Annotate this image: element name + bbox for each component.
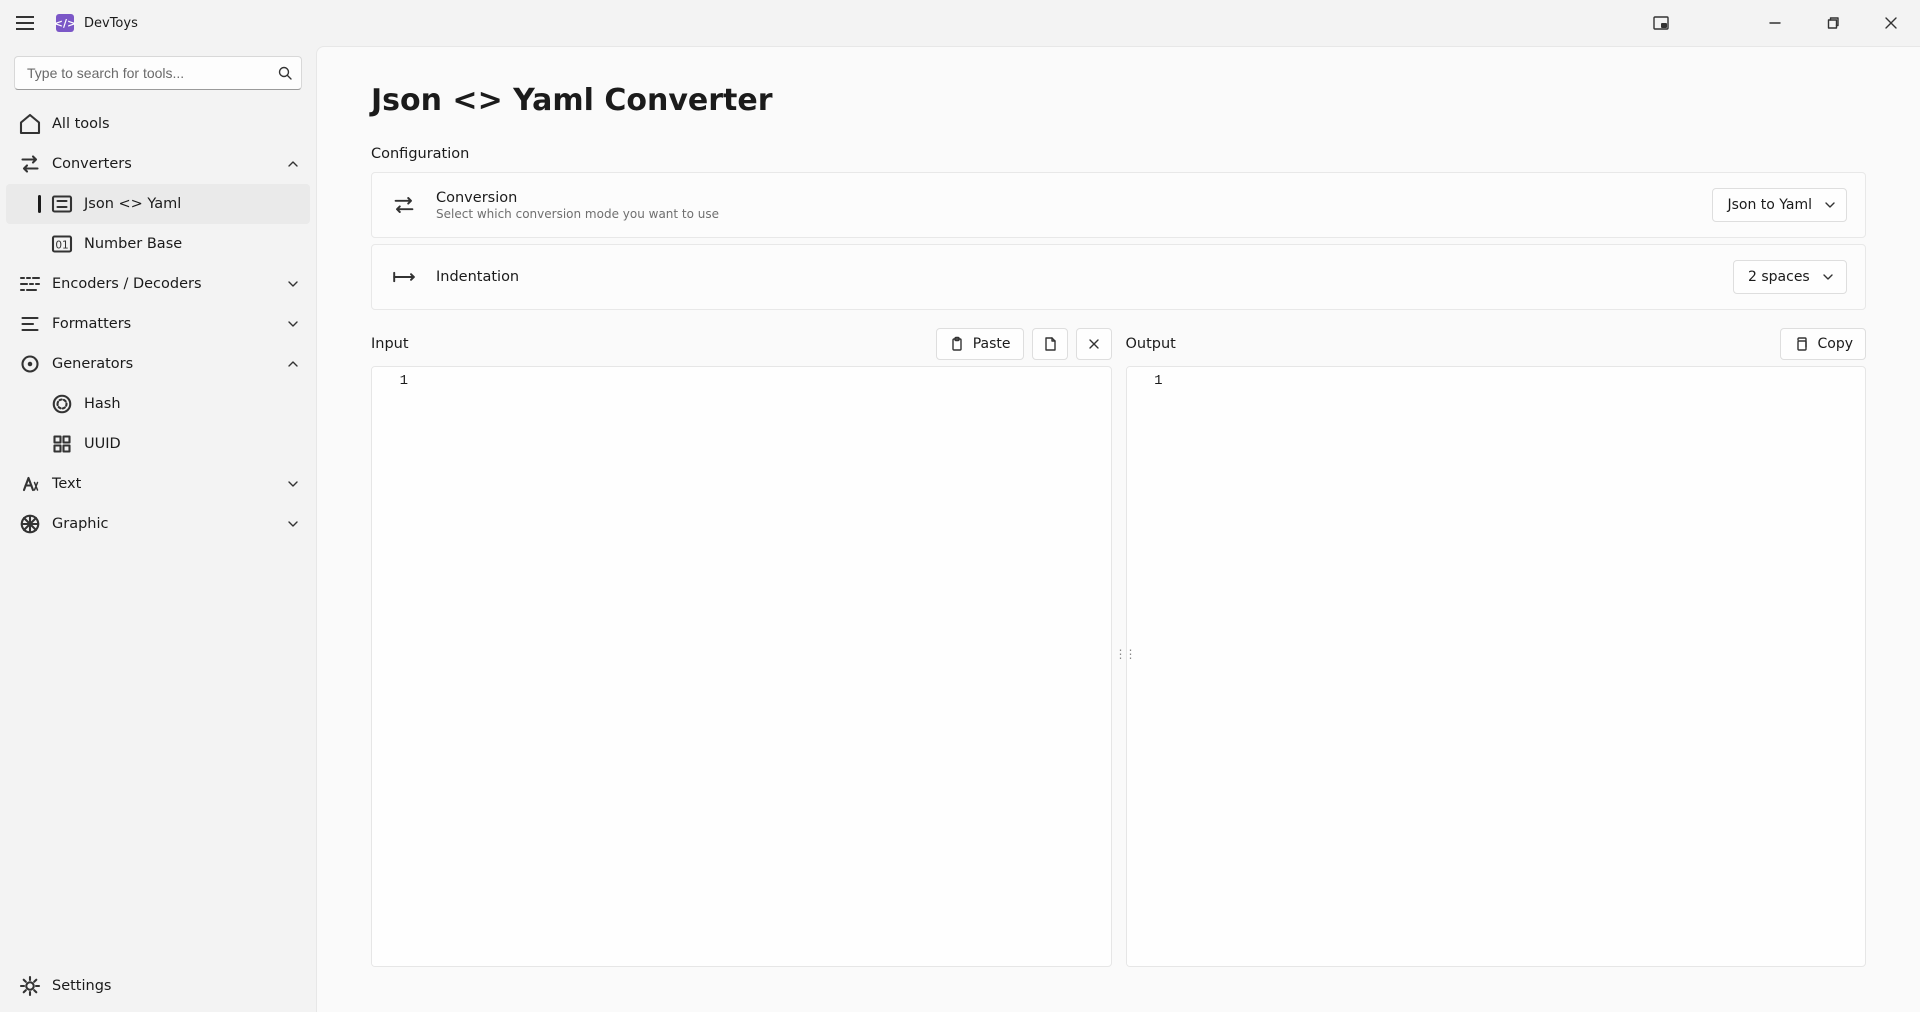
button-label: Paste (973, 336, 1011, 352)
hamburger-menu-button[interactable] (16, 14, 34, 32)
titlebar: </> DevToys (0, 0, 1920, 46)
output-textarea[interactable] (1173, 367, 1866, 966)
sidebar-item-label: Encoders / Decoders (52, 276, 286, 292)
sidebar-item-all-tools[interactable]: All tools (6, 104, 310, 144)
encoders-icon (18, 272, 42, 296)
sidebar-item-encoders[interactable]: Encoders / Decoders (6, 264, 310, 304)
dropdown-value: Json to Yaml (1727, 197, 1812, 213)
search-wrap (14, 56, 302, 90)
text-icon (18, 472, 42, 496)
chevron-down-icon (286, 277, 300, 291)
conversion-dropdown[interactable]: Json to Yaml (1712, 188, 1847, 222)
hash-icon (50, 392, 74, 416)
json-yaml-icon (50, 192, 74, 216)
number-base-icon: 01 (50, 232, 74, 256)
output-gutter: 1 (1127, 367, 1173, 966)
sidebar-item-hash[interactable]: Hash (6, 384, 310, 424)
sidebar-item-label: All tools (52, 116, 300, 132)
input-gutter: 1 (372, 367, 418, 966)
sidebar-item-generators[interactable]: Generators (6, 344, 310, 384)
sidebar-item-label: UUID (84, 436, 300, 452)
sidebar-item-graphic[interactable]: Graphic (6, 504, 310, 544)
home-icon (18, 112, 42, 136)
page-title: Json <> Yaml Converter (371, 83, 1866, 118)
conversion-title: Conversion (436, 190, 1712, 206)
copy-button[interactable]: Copy (1780, 328, 1866, 360)
input-editor[interactable]: 1 (371, 366, 1112, 967)
configuration-label: Configuration (371, 146, 1866, 162)
maximize-button[interactable] (1804, 0, 1862, 46)
chevron-down-icon (286, 317, 300, 331)
conversion-sub: Select which conversion mode you want to… (436, 207, 1712, 221)
sidebar-item-text[interactable]: Text (6, 464, 310, 504)
chevron-up-icon (286, 157, 300, 171)
sidebar-item-label: Text (52, 476, 286, 492)
app-title: DevToys (84, 16, 138, 31)
chevron-down-icon (1824, 199, 1836, 211)
sidebar-item-json-yaml[interactable]: Json <> Yaml (6, 184, 310, 224)
sidebar-item-label: Formatters (52, 316, 286, 332)
sidebar-item-label: Converters (52, 156, 286, 172)
nav: All tools Converters Json <> Yaml 01 Num… (0, 102, 316, 960)
paste-button[interactable]: Paste (936, 328, 1024, 360)
sidebar-item-label: Generators (52, 356, 286, 372)
clear-button[interactable] (1076, 328, 1112, 360)
input-label: Input (371, 336, 936, 352)
graphic-icon (18, 512, 42, 536)
sidebar-item-label: Hash (84, 396, 300, 412)
output-label: Output (1126, 336, 1781, 352)
close-button[interactable] (1862, 0, 1920, 46)
indentation-title: Indentation (436, 269, 1733, 285)
output-editor[interactable]: 1 (1126, 366, 1867, 967)
button-label: Copy (1817, 336, 1853, 352)
dropdown-value: 2 spaces (1748, 269, 1810, 285)
chevron-down-icon (286, 517, 300, 531)
chevron-down-icon (286, 477, 300, 491)
open-file-button[interactable] (1032, 328, 1068, 360)
sidebar-item-number-base[interactable]: 01 Number Base (6, 224, 310, 264)
chevron-down-icon (1822, 271, 1834, 283)
conversion-icon (390, 191, 418, 219)
indentation-card: Indentation 2 spaces (371, 244, 1866, 310)
sidebar-item-label: Graphic (52, 516, 286, 532)
generators-icon (18, 352, 42, 376)
formatters-icon (18, 312, 42, 336)
input-column: Input Paste (371, 326, 1112, 967)
app-logo-icon: </> (56, 14, 74, 32)
sidebar: All tools Converters Json <> Yaml 01 Num… (0, 46, 316, 1012)
sidebar-item-uuid[interactable]: UUID (6, 424, 310, 464)
sidebar-item-settings[interactable]: Settings (6, 966, 310, 1006)
compact-overlay-button[interactable] (1632, 0, 1690, 46)
sidebar-item-formatters[interactable]: Formatters (6, 304, 310, 344)
indentation-icon (390, 263, 418, 291)
indentation-dropdown[interactable]: 2 spaces (1733, 260, 1847, 294)
output-column: ⋮⋮ Output Copy 1 (1126, 326, 1867, 967)
input-textarea[interactable] (418, 367, 1111, 966)
svg-text:01: 01 (55, 240, 68, 252)
chevron-up-icon (286, 357, 300, 371)
sidebar-item-converters[interactable]: Converters (6, 144, 310, 184)
convert-icon (18, 152, 42, 176)
split-handle[interactable]: ⋮⋮ (1115, 647, 1135, 661)
conversion-card: Conversion Select which conversion mode … (371, 172, 1866, 238)
sidebar-item-label: Json <> Yaml (84, 196, 300, 212)
sidebar-item-label: Settings (52, 978, 300, 994)
main-content: Json <> Yaml Converter Configuration Con… (316, 46, 1920, 1012)
gear-icon (18, 974, 42, 998)
sidebar-item-label: Number Base (84, 236, 300, 252)
minimize-button[interactable] (1746, 0, 1804, 46)
uuid-icon (50, 432, 74, 456)
search-input[interactable] (14, 56, 302, 90)
